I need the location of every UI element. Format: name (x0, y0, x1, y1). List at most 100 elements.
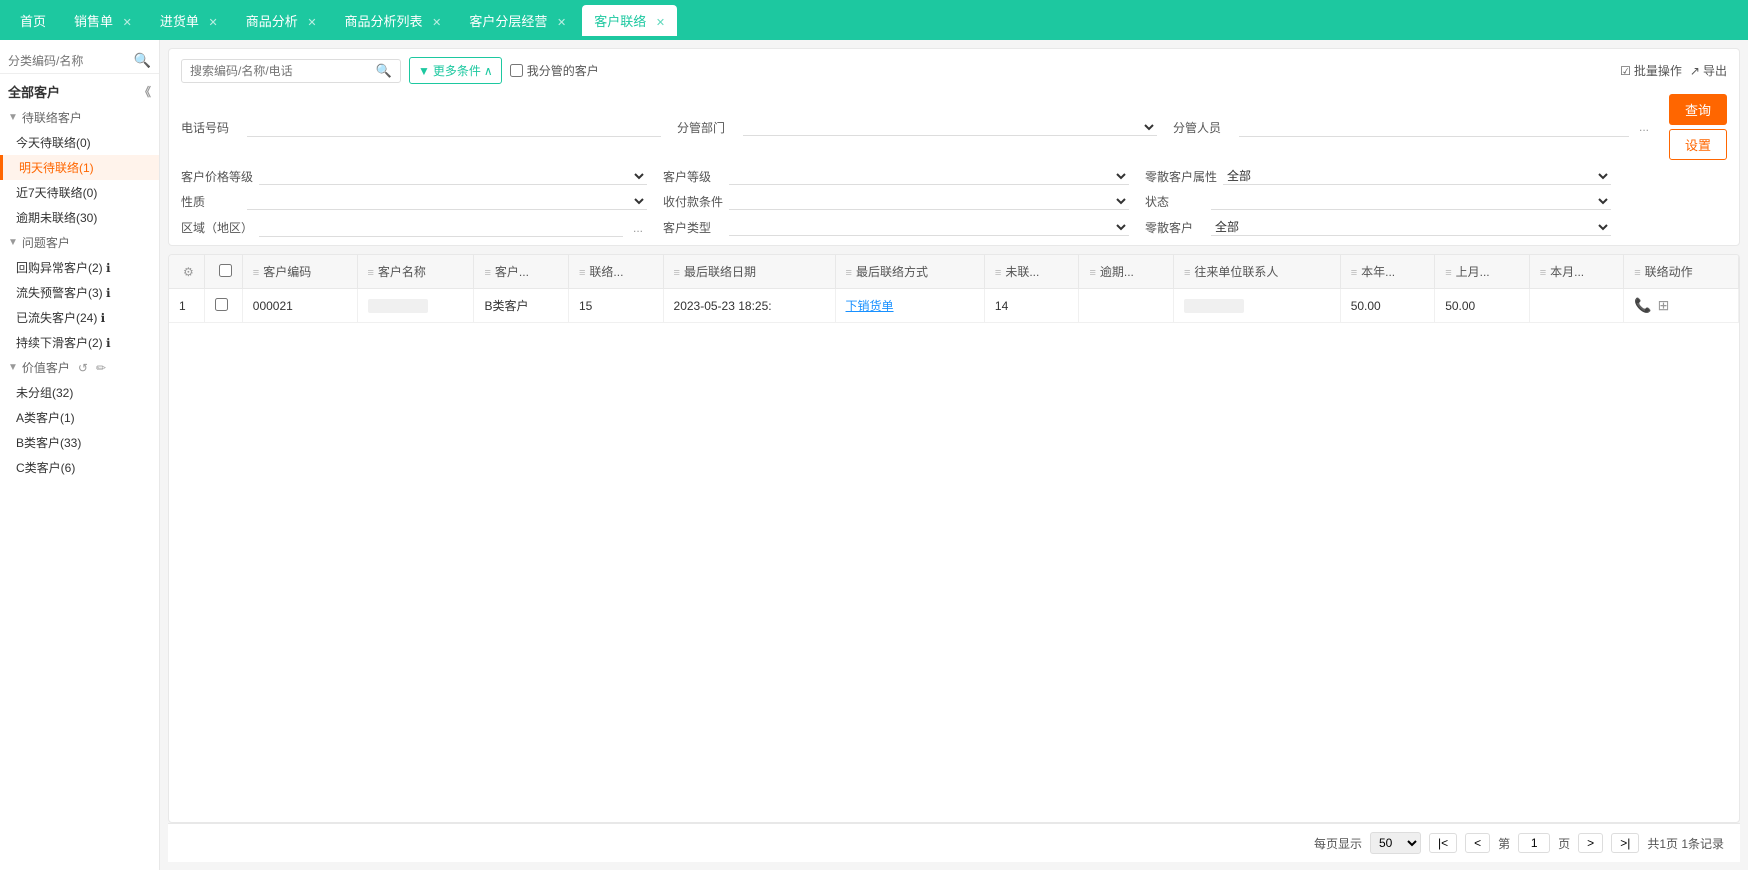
contact-method-link[interactable]: 下销货单 (846, 299, 894, 313)
nav-customer-tier[interactable]: 客户分层经营 ✕ (457, 5, 578, 36)
nav-sales[interactable]: 销售单 ✕ (62, 5, 144, 36)
dept-select[interactable] (743, 119, 1157, 135)
retail-attr-select[interactable]: 全部 (1223, 168, 1611, 184)
phone-input[interactable] (247, 118, 661, 137)
settings-button[interactable]: 设置 (1669, 129, 1727, 160)
nav-home[interactable]: 首页 (8, 5, 58, 36)
close-tier-icon[interactable]: ✕ (557, 17, 566, 29)
my-customers-checkbox-label[interactable]: 我分管的客户 (510, 62, 599, 79)
sidebar-item-declining[interactable]: 持续下滑客户(2) ℹ (0, 330, 159, 355)
customer-type-select[interactable] (729, 219, 1129, 235)
batch-ops-button[interactable]: ☑ 批量操作 (1620, 62, 1682, 79)
filter-payment: 收付款条件 (663, 193, 1129, 210)
select-all-checkbox[interactable] (219, 264, 232, 277)
filter-dept: 分管部门 (677, 119, 1157, 136)
last-page-button[interactable]: >| (1611, 833, 1639, 853)
region-input[interactable] (259, 218, 623, 237)
group-problem-customers[interactable]: ▼ 问题客户 (0, 230, 159, 255)
sidebar-item-class-c[interactable]: C类客户(6) (0, 455, 159, 480)
th-type: 客户... (474, 255, 569, 289)
td-index: 1 (169, 289, 204, 323)
batch-ops-label: 批量操作 (1634, 62, 1682, 79)
nav-customer-contact[interactable]: 客户联络 ✕ (582, 5, 677, 36)
retail-customer-wrap: 全部 (1211, 219, 1611, 236)
arrow-down-icon: ▼ (8, 112, 18, 123)
retail-customer-label: 零散客户 (1145, 219, 1205, 236)
export-icon: ↗ (1690, 64, 1700, 78)
close-sales-icon[interactable]: ✕ (123, 17, 132, 29)
sidebar-search-icon[interactable]: 🔍 (134, 52, 151, 69)
nav-purchase[interactable]: 进货单 ✕ (148, 5, 230, 36)
retail-attr-label: 零散客户属性 (1145, 168, 1217, 185)
status-select[interactable] (1211, 193, 1611, 209)
more-filter-button[interactable]: ▼ 更多条件 ∧ (409, 57, 502, 84)
sidebar-item-7days[interactable]: 近7天待联络(0) (0, 180, 159, 205)
sidebar-item-class-b[interactable]: B类客户(33) (0, 430, 159, 455)
close-contact-icon[interactable]: ✕ (656, 17, 665, 29)
query-button[interactable]: 查询 (1669, 94, 1727, 125)
sidebar-search-input[interactable] (8, 54, 134, 68)
filter-row-3: 性质 收付款条件 (181, 193, 1727, 210)
filter-top-row: 🔍 ▼ 更多条件 ∧ 我分管的客户 ☑ 批量操作 (181, 57, 1727, 84)
refresh-icon[interactable]: ↺ (78, 361, 88, 375)
customer-level-label: 客户等级 (663, 168, 723, 185)
filter-icon: ▼ (418, 64, 430, 78)
sidebar-item-tomorrow[interactable]: 明天待联络(1) (0, 155, 159, 180)
price-level-select[interactable] (259, 168, 647, 184)
table-row: 1 000021 B类客户 15 2023-05-23 18:25: 下销货单 … (169, 289, 1739, 323)
all-customers-title[interactable]: 全部客户 《 (0, 78, 159, 105)
edit-icon[interactable]: ✏ (96, 361, 106, 375)
close-list-icon[interactable]: ✕ (432, 17, 441, 29)
group-value-customers[interactable]: ▼ 价值客户 ↺ ✏ (0, 355, 159, 380)
next-page-button[interactable]: > (1578, 833, 1603, 853)
page-size-select[interactable]: 50 100 200 (1370, 832, 1421, 854)
search-input[interactable] (190, 64, 376, 78)
sidebar-item-churned[interactable]: 已流失客户(24) ℹ (0, 305, 159, 330)
td-last-contact-method[interactable]: 下销货单 (835, 289, 984, 323)
manager-input[interactable] (1239, 118, 1629, 137)
sidebar-item-churn-warning[interactable]: 流失预警客户(3) ℹ (0, 280, 159, 305)
nav-product-list[interactable]: 商品分析列表 ✕ (333, 5, 454, 36)
export-button[interactable]: ↗ 导出 (1690, 62, 1727, 79)
td-contacts: 15 (569, 289, 664, 323)
region-label: 区域（地区） (181, 219, 253, 236)
retail-attr-wrap: 全部 (1223, 168, 1611, 185)
collapse-icon[interactable]: 《 (139, 83, 151, 100)
status-wrap (1211, 193, 1611, 210)
data-table-container: ⚙ 客户编码 客户名称 客户... 联络... 最后联络日期 最后联络方式 未联… (168, 254, 1740, 823)
customer-type-wrap (729, 219, 1129, 236)
first-page-button[interactable]: |< (1429, 833, 1457, 853)
td-last-contact-date: 2023-05-23 18:25: (663, 289, 835, 323)
manager-ellipsis[interactable]: ... (1635, 120, 1653, 134)
page-input[interactable] (1518, 833, 1550, 853)
checkbox-th[interactable] (204, 255, 242, 289)
settings-gear-th[interactable]: ⚙ (169, 255, 204, 289)
sidebar-item-repurchase-anomaly[interactable]: 回购异常客户(2) ℹ (0, 255, 159, 280)
my-customers-checkbox[interactable] (510, 64, 523, 77)
prev-page-button[interactable]: < (1465, 833, 1490, 853)
group-value-label: 价值客户 (22, 359, 70, 376)
td-checkbox[interactable] (204, 289, 242, 323)
row-checkbox[interactable] (215, 298, 228, 311)
sidebar-item-today[interactable]: 今天待联络(0) (0, 130, 159, 155)
sidebar-item-overdue[interactable]: 逾期未联络(30) (0, 205, 159, 230)
close-product-icon[interactable]: ✕ (307, 17, 316, 29)
search-submit-icon[interactable]: 🔍 (376, 63, 392, 79)
nav-product-analysis[interactable]: 商品分析 ✕ (234, 5, 329, 36)
grid-action-icon[interactable]: ⊞ (1658, 297, 1670, 314)
page-label: 第 (1498, 835, 1510, 852)
customer-level-select[interactable] (729, 168, 1129, 184)
sidebar-item-ungrouped[interactable]: 未分组(32) (0, 380, 159, 405)
table-header-row: ⚙ 客户编码 客户名称 客户... 联络... 最后联络日期 最后联络方式 未联… (169, 255, 1739, 289)
phone-action-icon[interactable]: 📞 (1634, 297, 1651, 314)
filter-row-4: 区域（地区） ... 客户类型 零散客户 (181, 218, 1727, 237)
region-ellipsis[interactable]: ... (629, 221, 647, 235)
th-contacts: 联络... (569, 255, 664, 289)
nature-select[interactable] (247, 193, 647, 209)
payment-select[interactable] (729, 193, 1129, 209)
group-pending-contact[interactable]: ▼ 待联络客户 (0, 105, 159, 130)
filter-customer-level: 客户等级 (663, 168, 1129, 185)
retail-customer-select[interactable]: 全部 (1211, 219, 1611, 235)
sidebar-item-class-a[interactable]: A类客户(1) (0, 405, 159, 430)
close-purchase-icon[interactable]: ✕ (208, 17, 217, 29)
